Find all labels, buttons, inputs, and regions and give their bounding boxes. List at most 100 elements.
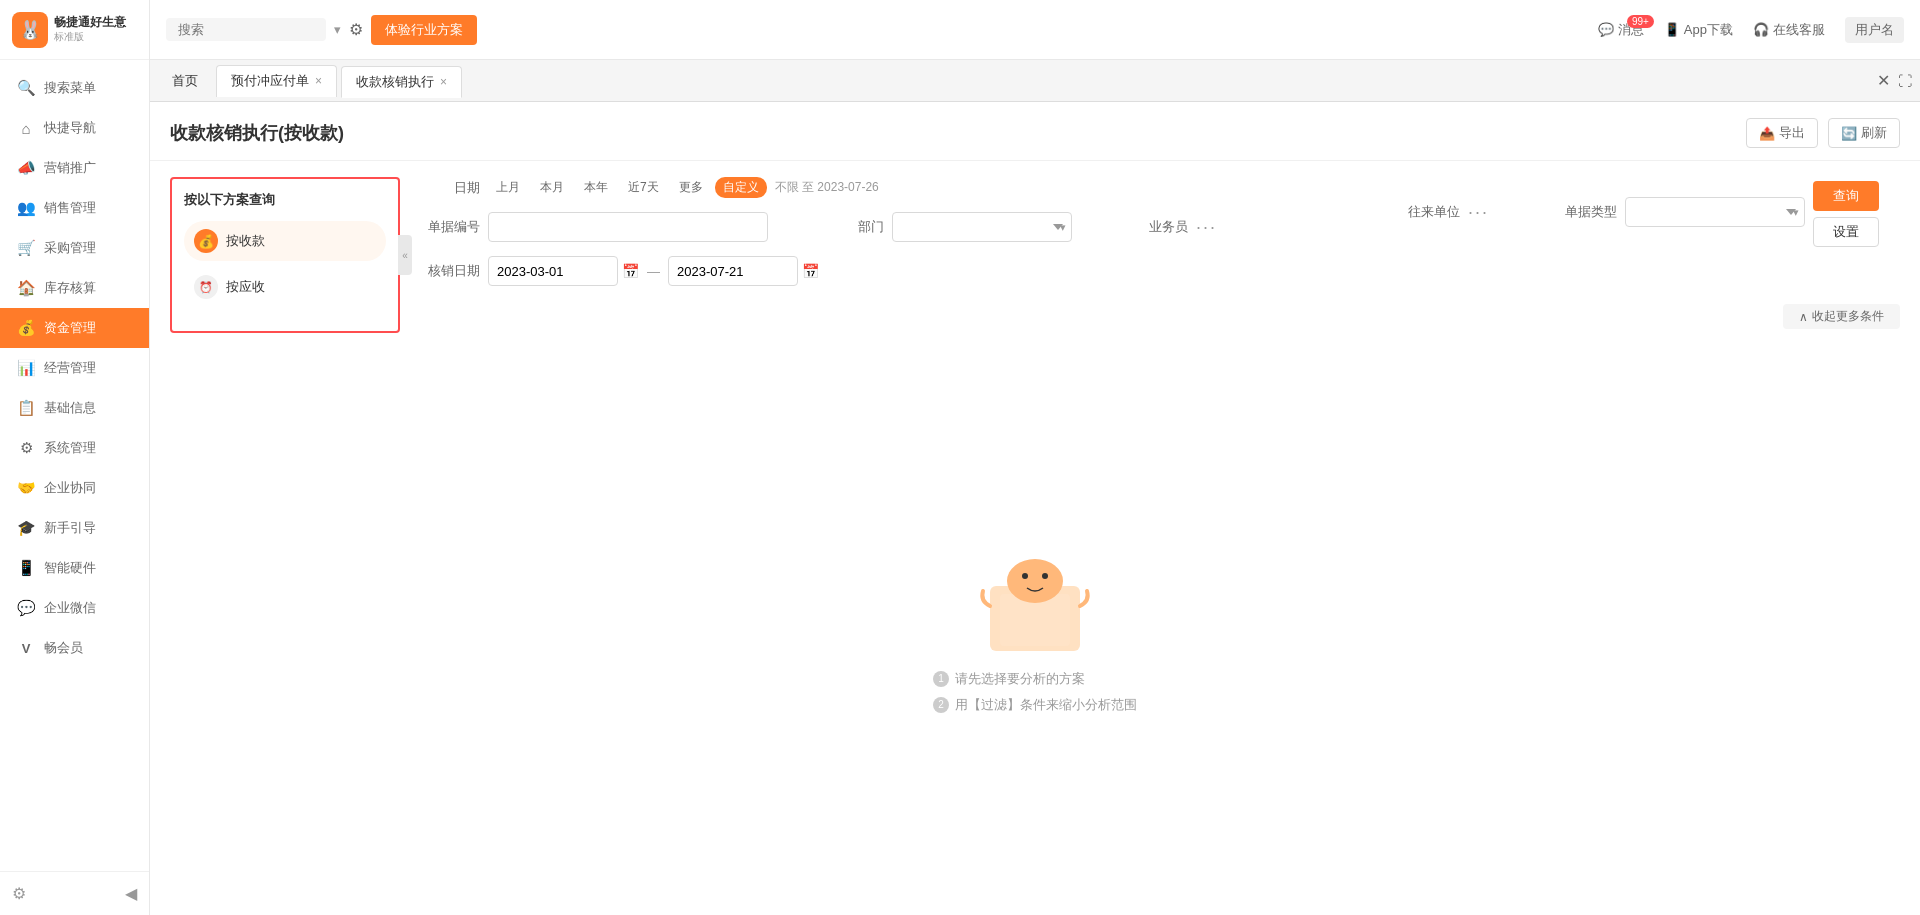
app-download-button[interactable]: 📱 App下载 xyxy=(1664,21,1733,39)
user-profile[interactable]: 用户名 xyxy=(1845,17,1904,43)
staff-label: 业务员 xyxy=(1128,218,1188,236)
sidebar-item-basic[interactable]: 📋 基础信息 xyxy=(0,388,149,428)
online-service-button[interactable]: 🎧 在线客服 xyxy=(1753,21,1825,39)
date-label: 日期 xyxy=(420,179,480,197)
verify-date-end-icon[interactable]: 📅 xyxy=(802,263,819,279)
counterpart-label: 往来单位 xyxy=(1400,203,1460,221)
step1-num: 1 xyxy=(933,671,949,687)
collapse-more-button[interactable]: ∧ 收起更多条件 xyxy=(1783,304,1900,329)
business-icon: 📊 xyxy=(16,358,36,378)
dept-label: 部门 xyxy=(824,218,884,236)
sidebar-item-business[interactable]: 📊 经营管理 xyxy=(0,348,149,388)
marketing-icon: 📣 xyxy=(16,158,36,178)
sidebar-item-search[interactable]: 🔍 搜索菜单 xyxy=(0,68,149,108)
expand-icon[interactable]: ⛶ xyxy=(1898,73,1912,89)
verify-date-start-wrap: 📅 xyxy=(488,256,639,286)
sidebar-item-wechat[interactable]: 💬 企业微信 xyxy=(0,588,149,628)
logo-icon: 🐰 xyxy=(12,12,48,48)
empty-text: 1 请先选择要分析的方案 2 用【过滤】条件来缩小分析范围 xyxy=(933,666,1137,718)
query-form-section: 日期 上月 本月 本年 近7天 更多 自定义 不限 至 2023-07-26 xyxy=(420,177,1900,333)
query-option-by-receivable[interactable]: ⏰ 按应收 xyxy=(184,267,386,307)
sidebar-item-purchase[interactable]: 🛒 采购管理 xyxy=(0,228,149,268)
query-scheme-sidebar: 按以下方案查询 💰 按收款 ⏰ 按应收 « xyxy=(170,177,400,333)
corp-icon: 🤝 xyxy=(16,478,36,498)
query-option-by-receipt[interactable]: 💰 按收款 xyxy=(184,221,386,261)
tab-receipt-close[interactable]: × xyxy=(440,75,447,89)
industry-solution-button[interactable]: 体验行业方案 xyxy=(371,15,477,45)
header-dropdown-icon[interactable]: ▾ xyxy=(334,22,341,37)
by-receivable-label: 按应收 xyxy=(226,278,265,296)
sidebar-item-inventory[interactable]: 🏠 库存核算 xyxy=(0,268,149,308)
date-btn-more[interactable]: 更多 xyxy=(671,177,711,198)
staff-dots-button[interactable]: ··· xyxy=(1196,217,1217,238)
tab-home[interactable]: 首页 xyxy=(158,65,212,97)
by-receivable-icon: ⏰ xyxy=(194,275,218,299)
sidebar-item-corp[interactable]: 🤝 企业协同 xyxy=(0,468,149,508)
sidebar-item-hardware[interactable]: 📱 智能硬件 xyxy=(0,548,149,588)
verify-date-end-input[interactable] xyxy=(668,256,798,286)
sidebar-item-sales[interactable]: 👥 销售管理 xyxy=(0,188,149,228)
close-all-tabs-icon[interactable]: ✕ xyxy=(1877,71,1890,90)
date-btn-this-year[interactable]: 本年 xyxy=(576,177,616,198)
sidebar-item-guide[interactable]: 🎓 新手引导 xyxy=(0,508,149,548)
export-button[interactable]: 📤 导出 xyxy=(1746,118,1818,148)
header-right: 💬 消息 99+ 📱 App下载 🎧 在线客服 用户名 xyxy=(1598,17,1904,43)
page-title: 收款核销执行(按收款) xyxy=(170,121,344,145)
guide-icon: 🎓 xyxy=(16,518,36,538)
page-title-bar: 收款核销执行(按收款) 📤 导出 🔄 刷新 xyxy=(150,102,1920,161)
header-gear-icon[interactable]: ⚙ xyxy=(349,20,363,39)
sidebar-item-shortcut[interactable]: ⌂ 快捷导航 xyxy=(0,108,149,148)
system-icon: ⚙ xyxy=(16,438,36,458)
refresh-icon: 🔄 xyxy=(1841,126,1857,141)
settings-icon[interactable]: ⚙ xyxy=(12,884,26,903)
date-btn-7days[interactable]: 近7天 xyxy=(620,177,667,198)
doc-type-label: 单据类型 xyxy=(1557,203,1617,221)
scheme-sidebar-collapse-button[interactable]: « xyxy=(398,235,412,275)
message-button[interactable]: 💬 消息 99+ xyxy=(1598,21,1644,39)
verify-date-range: 📅 — 📅 xyxy=(488,256,819,286)
chevron-up-icon: ∧ xyxy=(1799,310,1808,324)
date-btn-this-month[interactable]: 本月 xyxy=(532,177,572,198)
sales-icon: 👥 xyxy=(16,198,36,218)
date-nolimit-text: 不限 至 2023-07-26 xyxy=(775,179,879,196)
verify-date-end-wrap: 📅 xyxy=(668,256,819,286)
header-search-input[interactable] xyxy=(166,18,326,41)
verify-date-start-icon[interactable]: 📅 xyxy=(622,263,639,279)
tab-prepay[interactable]: 预付冲应付单 × xyxy=(216,65,337,97)
svg-point-2 xyxy=(1007,559,1063,603)
export-icon: 📤 xyxy=(1759,126,1775,141)
refresh-button[interactable]: 🔄 刷新 xyxy=(1828,118,1900,148)
tab-bar: 首页 预付冲应付单 × 收款核销执行 × ✕ ⛶ xyxy=(150,60,1920,102)
by-receipt-icon: 💰 xyxy=(194,229,218,253)
message-icon: 💬 xyxy=(1598,22,1614,37)
sidebar-item-marketing[interactable]: 📣 营销推广 xyxy=(0,148,149,188)
hardware-icon: 📱 xyxy=(16,558,36,578)
collapse-sidebar-icon[interactable]: ◀ xyxy=(125,884,137,903)
doc-type-select[interactable] xyxy=(1625,197,1805,227)
collapse-more-section: ∧ 收起更多条件 xyxy=(420,300,1900,333)
setting-button[interactable]: 设置 xyxy=(1813,217,1879,247)
date-btn-custom[interactable]: 自定义 xyxy=(715,177,767,198)
purchase-icon: 🛒 xyxy=(16,238,36,258)
step2-num: 2 xyxy=(933,697,949,713)
sidebar-item-member[interactable]: V 畅会员 xyxy=(0,628,149,668)
service-icon: 🎧 xyxy=(1753,22,1769,37)
verify-date-start-input[interactable] xyxy=(488,256,618,286)
tab-prepay-close[interactable]: × xyxy=(315,74,322,88)
empty-step1: 1 请先选择要分析的方案 xyxy=(933,666,1137,692)
sidebar-item-finance[interactable]: 💰 资金管理 xyxy=(0,308,149,348)
sidebar-item-system[interactable]: ⚙ 系统管理 xyxy=(0,428,149,468)
app-icon: 📱 xyxy=(1664,22,1680,37)
tab-receipt[interactable]: 收款核销执行 × xyxy=(341,66,462,98)
logo-text: 畅捷通好生意 标准版 xyxy=(54,15,126,43)
date-range-dash: — xyxy=(647,264,660,279)
dept-select[interactable] xyxy=(892,212,1072,242)
doc-no-input[interactable] xyxy=(488,212,768,242)
empty-state: 1 请先选择要分析的方案 2 用【过滤】条件来缩小分析范围 xyxy=(150,349,1920,915)
counterpart-dots-button[interactable]: ··· xyxy=(1468,202,1489,223)
date-btn-last-month[interactable]: 上月 xyxy=(488,177,528,198)
tab-bar-actions: ✕ ⛶ xyxy=(1877,71,1912,90)
wechat-icon: 💬 xyxy=(16,598,36,618)
sidebar: 🐰 畅捷通好生意 标准版 🔍 搜索菜单 ⌂ 快捷导航 📣 营销推广 👥 销售管理… xyxy=(0,0,150,915)
query-button[interactable]: 查询 xyxy=(1813,181,1879,211)
